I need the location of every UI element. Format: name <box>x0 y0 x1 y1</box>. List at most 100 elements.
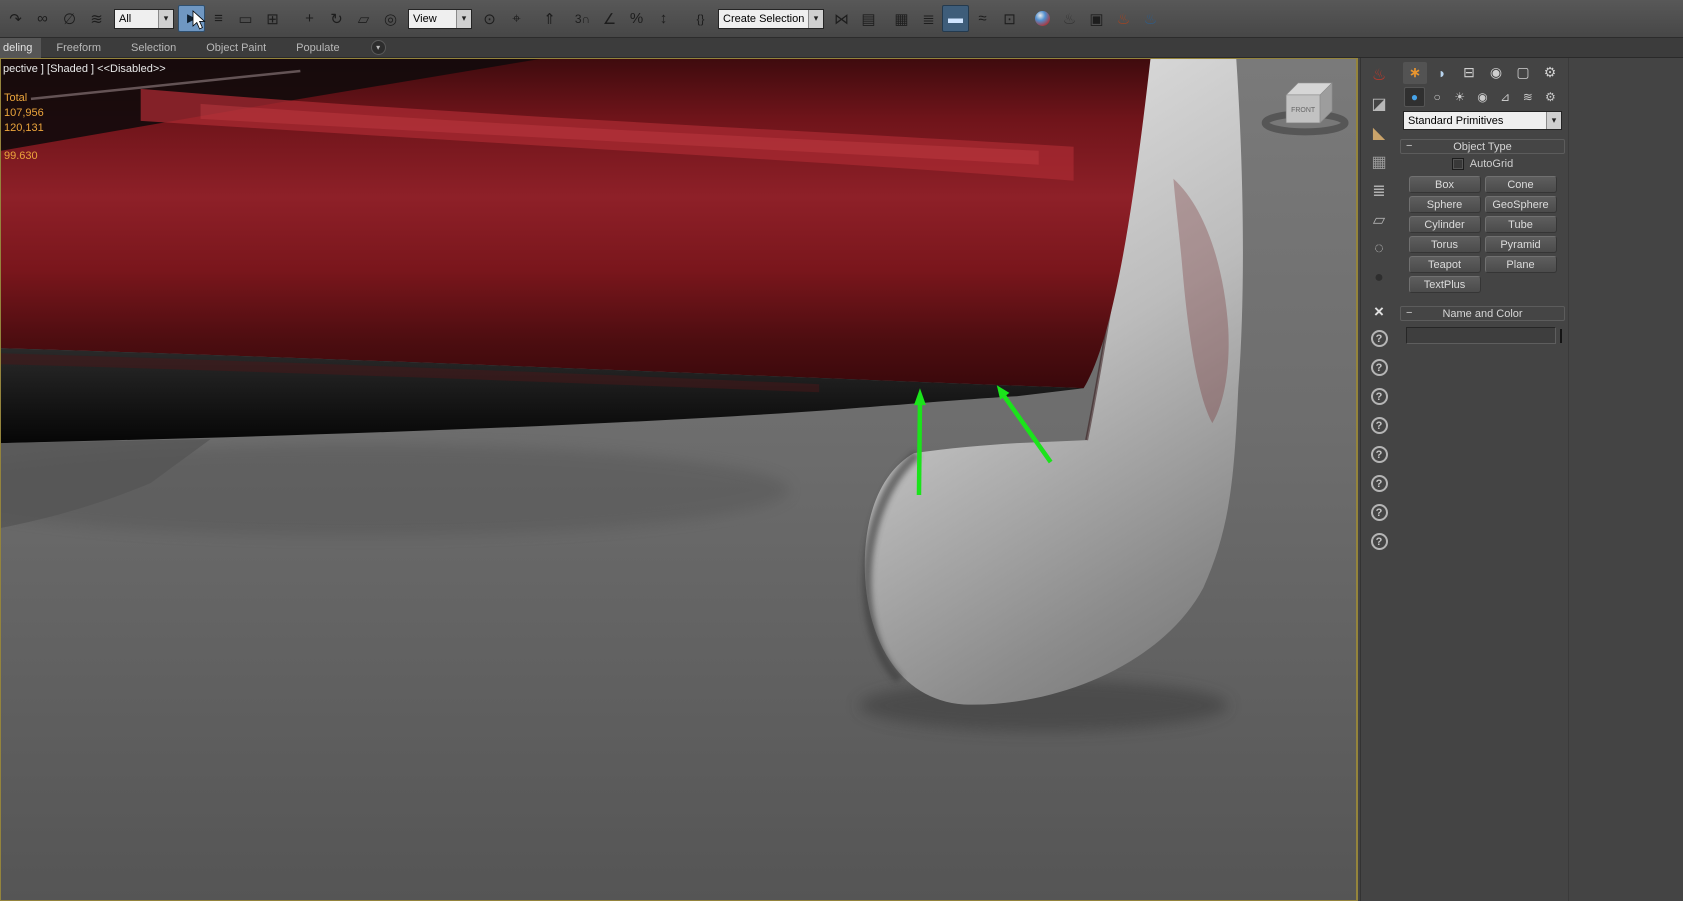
sphere-icon[interactable]: ● <box>1368 267 1390 289</box>
named-selection-dropdown[interactable]: Create Selection Se ▾ <box>718 8 824 29</box>
window-crossing-icon[interactable]: ⊞ <box>259 5 286 32</box>
tab-modify[interactable]: ◗ <box>1430 62 1454 84</box>
autogrid-checkbox[interactable] <box>1451 158 1464 170</box>
help-icon[interactable]: ? <box>1370 359 1388 376</box>
torus-button[interactable]: Torus <box>1408 236 1481 253</box>
render-teapot-icon[interactable]: ♨ <box>1368 64 1390 86</box>
viewport-canvas[interactable]: FRONT <box>1 59 1356 900</box>
geometry-category-dropdown[interactable]: Standard Primitives ▾ <box>1403 111 1562 130</box>
name-and-color-rollout-header[interactable]: − Name and Color <box>1400 306 1565 321</box>
main-toolbar: ↷ ∞ ∅ ≋ All ▾ ► ≡ ▭ ⊞ + ↻ ▱ ◎ View ▾ ⊙ ⌖… <box>0 0 1683 38</box>
object-type-title: Object Type <box>1453 140 1512 153</box>
redo-icon[interactable]: ↷ <box>2 5 29 32</box>
plane-button[interactable]: Plane <box>1484 256 1557 273</box>
dotted-sphere-icon[interactable]: ◌ <box>1368 238 1390 260</box>
command-panel: ∗ ◗ ⊟ ◉ ▢ ⚙ ● ○ ☀ ◉ ⊿ ≋ ⚙ Standard Primi… <box>1397 58 1569 901</box>
angle-snap-icon[interactable]: ∠ <box>596 5 623 32</box>
ribbon-tab-bar: deling Freeform Selection Object Paint P… <box>0 37 1683 58</box>
subtab-geometry[interactable]: ● <box>1404 86 1425 107</box>
tab-motion[interactable]: ◉ <box>1484 62 1508 84</box>
subtab-lights[interactable]: ☀ <box>1449 87 1470 107</box>
schematic-view-icon[interactable]: ⊡ <box>996 5 1023 32</box>
pyramid-button[interactable]: Pyramid <box>1484 236 1557 253</box>
named-selection-sets-icon[interactable]: {} <box>687 5 714 32</box>
cone-button[interactable]: Cone <box>1484 176 1557 193</box>
tab-object-paint[interactable]: Object Paint <box>191 38 281 58</box>
select-object-icon[interactable]: ► <box>178 5 205 32</box>
select-and-move-icon[interactable]: + <box>296 5 323 32</box>
ribbon-config-icon: ▾ <box>370 40 386 55</box>
autogrid-label: AutoGrid <box>1469 158 1514 170</box>
select-and-manipulate-icon[interactable]: ⌖ <box>503 5 530 32</box>
rendered-frame-icon[interactable]: ▣ <box>1083 5 1110 32</box>
render-flyout-icon[interactable]: ♨ <box>1137 5 1164 32</box>
object-color-swatch[interactable] <box>1560 328 1562 343</box>
spinner-snap-icon[interactable]: ↕ <box>650 5 677 32</box>
select-and-rotate-icon[interactable]: ↻ <box>323 5 350 32</box>
tab-display[interactable]: ▢ <box>1511 62 1535 84</box>
unlink-selection-icon[interactable]: ∅ <box>56 5 83 32</box>
reference-coordinate-system-dropdown[interactable]: View ▾ <box>408 8 472 29</box>
subtab-shapes[interactable]: ○ <box>1427 87 1448 107</box>
primitive-buttons: Box Cone Sphere GeoSphere Cylinder Tube … <box>1400 174 1565 299</box>
percent-snap-icon[interactable]: % <box>623 5 650 32</box>
keyboard-override-icon[interactable]: ⇑ <box>536 5 563 32</box>
paint-bucket-icon[interactable]: ◪ <box>1368 93 1390 115</box>
tab-populate[interactable]: Populate <box>281 38 354 58</box>
material-editor-icon[interactable] <box>1029 5 1056 32</box>
help-icon[interactable]: ? <box>1370 533 1388 550</box>
subtab-systems[interactable]: ⚙ <box>1540 87 1561 107</box>
ribbon-toggle-icon[interactable]: ▬ <box>942 5 969 32</box>
tab-create[interactable]: ∗ <box>1403 61 1427 84</box>
triangle-ruler-icon[interactable]: ◣ <box>1368 122 1390 144</box>
car-body[interactable] <box>1 59 1151 389</box>
tube-button[interactable]: Tube <box>1484 216 1557 233</box>
tab-hierarchy[interactable]: ⊟ <box>1457 62 1481 84</box>
object-type-rollout-header[interactable]: − Object Type <box>1400 139 1565 154</box>
box-button[interactable]: Box <box>1408 176 1481 193</box>
layer-explorer-icon[interactable]: ≣ <box>915 5 942 32</box>
select-by-name-icon[interactable]: ≡ <box>205 5 232 32</box>
use-center-icon[interactable]: ⊙ <box>476 5 503 32</box>
cylinder-button[interactable]: Cylinder <box>1408 216 1481 233</box>
textplus-button[interactable]: TextPlus <box>1408 276 1481 293</box>
geometry-category-value: Standard Primitives <box>1408 114 1504 127</box>
layer-stack-icon[interactable]: ≣ <box>1368 180 1390 202</box>
close-icon[interactable]: × <box>1374 302 1384 322</box>
scene-explorer-icon[interactable]: ▦ <box>888 5 915 32</box>
subtab-helpers[interactable]: ⊿ <box>1495 87 1516 107</box>
select-and-place-icon[interactable]: ◎ <box>377 5 404 32</box>
ribbon-config-button[interactable]: ▾ <box>370 40 386 55</box>
help-icon[interactable]: ? <box>1370 417 1388 434</box>
tab-selection[interactable]: Selection <box>116 38 191 58</box>
snaps-toggle-3d-icon[interactable]: 3∩ <box>569 5 596 32</box>
rectangular-selection-icon[interactable]: ▭ <box>232 5 259 32</box>
plane-card-icon[interactable]: ▱ <box>1368 209 1390 231</box>
geosphere-button[interactable]: GeoSphere <box>1484 196 1557 213</box>
subtab-space-warps[interactable]: ≋ <box>1517 87 1538 107</box>
mirror-icon[interactable]: ⋈ <box>828 5 855 32</box>
sphere-button[interactable]: Sphere <box>1408 196 1481 213</box>
subtab-cameras[interactable]: ◉ <box>1472 87 1493 107</box>
object-name-input[interactable] <box>1406 327 1556 344</box>
tab-freeform[interactable]: Freeform <box>41 38 116 58</box>
render-setup-icon[interactable]: ♨ <box>1056 5 1083 32</box>
checker-map-icon[interactable]: ▦ <box>1368 151 1390 173</box>
help-icon[interactable]: ? <box>1370 475 1388 492</box>
align-icon[interactable]: ▤ <box>855 5 882 32</box>
perspective-viewport[interactable]: FRONT pective ] [Shaded ] <<Disabled>> T… <box>0 58 1358 901</box>
select-and-link-icon[interactable]: ∞ <box>29 5 56 32</box>
create-subtabs: ● ○ ☀ ◉ ⊿ ≋ ⚙ <box>1397 85 1568 108</box>
render-production-icon[interactable]: ♨ <box>1110 5 1137 32</box>
help-icon[interactable]: ? <box>1370 504 1388 521</box>
tab-modeling[interactable]: deling <box>0 37 42 58</box>
select-and-scale-icon[interactable]: ▱ <box>350 5 377 32</box>
help-icon[interactable]: ? <box>1370 388 1388 405</box>
help-icon[interactable]: ? <box>1370 446 1388 463</box>
tab-utilities[interactable]: ⚙ <box>1538 62 1562 84</box>
selection-filter-dropdown[interactable]: All ▾ <box>114 8 174 29</box>
curve-editor-icon[interactable]: ≈ <box>969 5 996 32</box>
teapot-button[interactable]: Teapot <box>1408 256 1481 273</box>
bind-to-space-warp-icon[interactable]: ≋ <box>83 5 110 32</box>
help-icon[interactable]: ? <box>1370 330 1388 347</box>
